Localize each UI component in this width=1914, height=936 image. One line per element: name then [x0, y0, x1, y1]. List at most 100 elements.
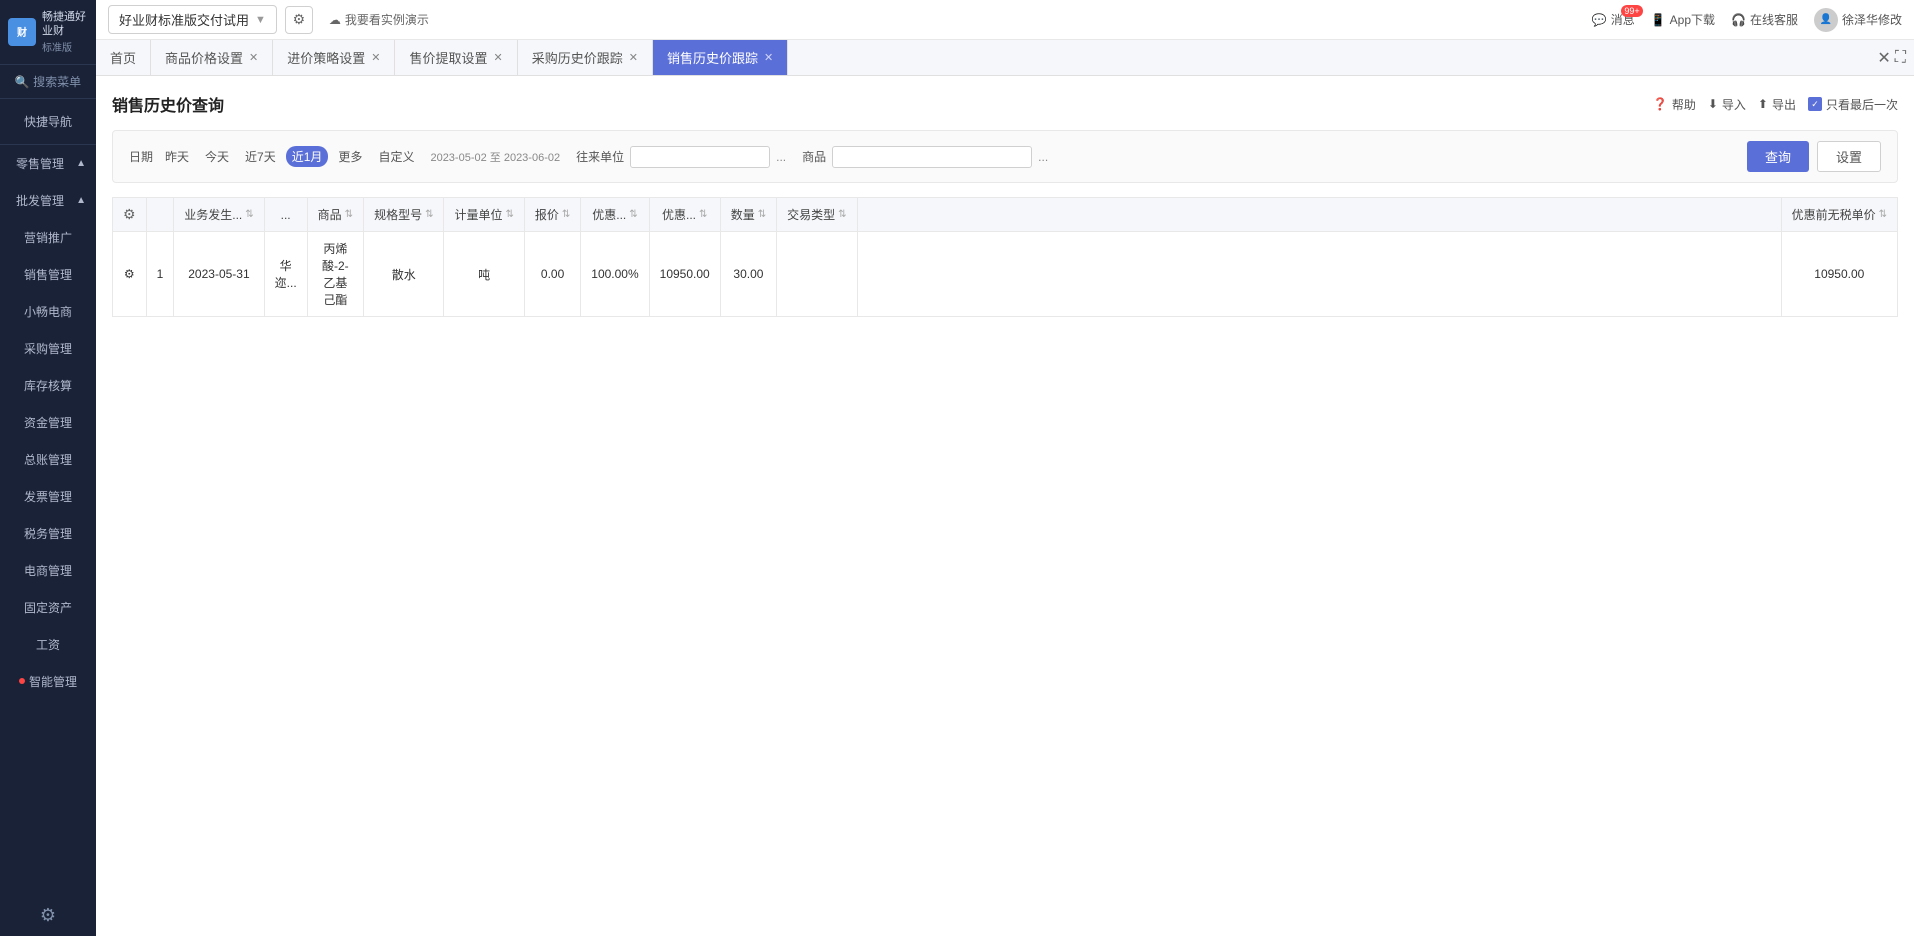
sort-icon: ⇅: [629, 209, 637, 220]
th-discount-amt[interactable]: 优惠... ⇅: [649, 198, 720, 232]
sidebar-settings-button[interactable]: ⚙: [0, 895, 96, 936]
sidebar-item-salary[interactable]: 工资: [0, 626, 96, 663]
tab-close-icon[interactable]: ✕: [249, 51, 258, 64]
tab-maximize-icon[interactable]: ⛶: [1895, 49, 1906, 67]
tab-close-icon[interactable]: ✕: [494, 51, 503, 64]
tab-sale-history[interactable]: 销售历史价跟踪 ✕: [653, 40, 788, 76]
only-last-checkbox[interactable]: ✓ 只看最后一次: [1808, 96, 1898, 113]
tab-close-icon[interactable]: ✕: [764, 51, 773, 64]
date-option-last1m[interactable]: 近1月: [286, 146, 329, 167]
date-option-last7[interactable]: 近7天: [239, 146, 282, 167]
sidebar-item-wholesale[interactable]: 批发管理 ▲: [0, 182, 96, 219]
table-gear-icon[interactable]: ⚙: [123, 206, 136, 222]
import-icon: ⬇: [1708, 97, 1718, 111]
from-unit-input[interactable]: [630, 146, 770, 168]
query-button[interactable]: 查询: [1747, 141, 1809, 172]
filter-settings-button[interactable]: 设置: [1817, 141, 1881, 172]
th-label: 优惠...: [662, 206, 696, 223]
module-gear-button[interactable]: ⚙: [285, 6, 313, 34]
export-button[interactable]: ⬆ 导出: [1758, 96, 1796, 113]
row-discount-pct: 100.00%: [581, 232, 649, 317]
sidebar-item-invoice[interactable]: 发票管理: [0, 478, 96, 515]
sidebar-item-label: 销售管理: [24, 266, 72, 283]
module-selector[interactable]: 好业财标准版交付试用 ▼: [108, 5, 277, 34]
sidebar-item-label: 电商管理: [24, 562, 72, 579]
sidebar-item-assets[interactable]: 固定资产: [0, 589, 96, 626]
sidebar-search[interactable]: 🔍 搜索菜单: [0, 65, 96, 99]
tab-sale-extract[interactable]: 售价提取设置 ✕: [395, 40, 517, 76]
th-more[interactable]: ...: [264, 198, 307, 232]
sidebar-item-purchase[interactable]: 采购管理: [0, 330, 96, 367]
tab-close-window-icon[interactable]: ✕: [1877, 48, 1890, 68]
sidebar-item-label: 税务管理: [24, 525, 72, 542]
table-body: ⚙ 1 2023-05-31 华迩... 丙烯酸-2-乙基己酯 散水 吨 0.0…: [113, 232, 1898, 317]
tab-close-icon[interactable]: ✕: [371, 51, 380, 64]
demo-text: 我要看实例演示: [345, 11, 429, 28]
user-info[interactable]: 👤 徐泽华修改: [1814, 8, 1902, 32]
tab-label: 销售历史价跟踪: [667, 48, 758, 67]
help-button[interactable]: ❓ 帮助: [1653, 96, 1696, 113]
import-button[interactable]: ⬇ 导入: [1708, 96, 1746, 113]
row-quantity: 30.00: [720, 232, 776, 317]
online-service-button[interactable]: 🎧 在线客服: [1731, 11, 1798, 28]
th-product[interactable]: 商品 ⇅: [307, 198, 363, 232]
th-spec[interactable]: 规格型号 ⇅: [364, 198, 444, 232]
date-option-custom[interactable]: 自定义: [372, 146, 420, 167]
th-label: 优惠前无税单价: [1792, 206, 1876, 223]
sidebar-item-marketing[interactable]: 营销推广: [0, 219, 96, 256]
import-label: 导入: [1722, 96, 1746, 113]
from-unit-filter-group: 往来单位 ...: [576, 146, 786, 168]
sidebar-item-ecommerce-s[interactable]: 小畅电商: [0, 293, 96, 330]
tab-purchase-history[interactable]: 采购历史价跟踪 ✕: [518, 40, 653, 76]
th-unit[interactable]: 计量单位 ⇅: [444, 198, 524, 232]
product-more-button[interactable]: ...: [1038, 150, 1048, 164]
tab-label: 进价策略设置: [287, 48, 365, 67]
export-label: 导出: [1772, 96, 1796, 113]
bell-icon: 💬: [1592, 13, 1607, 27]
from-unit-label: 往来单位: [576, 148, 624, 165]
sidebar-item-quick-nav[interactable]: 快捷导航: [0, 103, 96, 140]
sidebar-item-tax[interactable]: 税务管理: [0, 515, 96, 552]
app-download-button[interactable]: 📱 App下载: [1651, 11, 1715, 28]
logo-icon: 财: [8, 18, 36, 46]
sidebar-item-sales[interactable]: 销售管理: [0, 256, 96, 293]
th-label: 规格型号: [374, 206, 422, 223]
from-unit-more-button[interactable]: ...: [776, 150, 786, 164]
date-option-more[interactable]: 更多: [332, 146, 368, 167]
th-quantity[interactable]: 数量 ⇅: [720, 198, 776, 232]
headset-icon: 🎧: [1731, 13, 1746, 27]
demo-link[interactable]: ☁ 我要看实例演示: [329, 11, 429, 28]
th-biz-date[interactable]: 业务发生... ⇅: [174, 198, 264, 232]
th-discount-pct[interactable]: 优惠... ⇅: [581, 198, 649, 232]
date-option-today[interactable]: 今天: [199, 146, 235, 167]
sidebar-item-smart[interactable]: 智能管理: [0, 663, 96, 700]
tab-close-icon[interactable]: ✕: [629, 51, 638, 64]
product-input[interactable]: [832, 146, 1032, 168]
row-spacer: [857, 232, 1781, 317]
sidebar-item-ecommerce[interactable]: 电商管理: [0, 552, 96, 589]
th-pretax-price[interactable]: 优惠前无税单价 ⇅: [1781, 198, 1897, 232]
sidebar-item-retail[interactable]: 零售管理 ▲: [0, 145, 96, 182]
tab-bar: 首页 商品价格设置 ✕ 进价策略设置 ✕ 售价提取设置 ✕ 采购历史价跟踪 ✕ …: [96, 40, 1914, 76]
th-trans-type[interactable]: 交易类型 ⇅: [777, 198, 857, 232]
tab-bar-actions: ✕ ⛶: [1877, 48, 1914, 68]
th-gear[interactable]: ⚙: [113, 198, 147, 232]
th-num: [146, 198, 174, 232]
row-gear[interactable]: ⚙: [113, 232, 147, 317]
sidebar-item-accounting[interactable]: 总账管理: [0, 441, 96, 478]
th-price[interactable]: 报价 ⇅: [524, 198, 580, 232]
row-gear-icon[interactable]: ⚙: [124, 267, 135, 281]
date-option-yesterday[interactable]: 昨天: [159, 146, 195, 167]
tab-price[interactable]: 商品价格设置 ✕: [151, 40, 273, 76]
notifications-button[interactable]: 💬 消息 99+: [1592, 11, 1635, 28]
tab-purchase-strategy[interactable]: 进价策略设置 ✕: [273, 40, 395, 76]
logo-text: 畅捷通好业财: [42, 10, 88, 39]
dot-icon: [19, 678, 25, 684]
row-trans-type: [777, 232, 857, 317]
tab-home[interactable]: 首页: [96, 40, 151, 76]
sidebar-item-finance[interactable]: 资金管理: [0, 404, 96, 441]
sidebar-item-inventory[interactable]: 库存核算: [0, 367, 96, 404]
page-header: 销售历史价查询 ❓ 帮助 ⬇ 导入 ⬆ 导出 ✓ 只看最后一次: [112, 92, 1898, 116]
header-right: 💬 消息 99+ 📱 App下载 🎧 在线客服 👤 徐泽华修改: [1592, 8, 1902, 32]
row-from-unit: 华迩...: [264, 232, 307, 317]
